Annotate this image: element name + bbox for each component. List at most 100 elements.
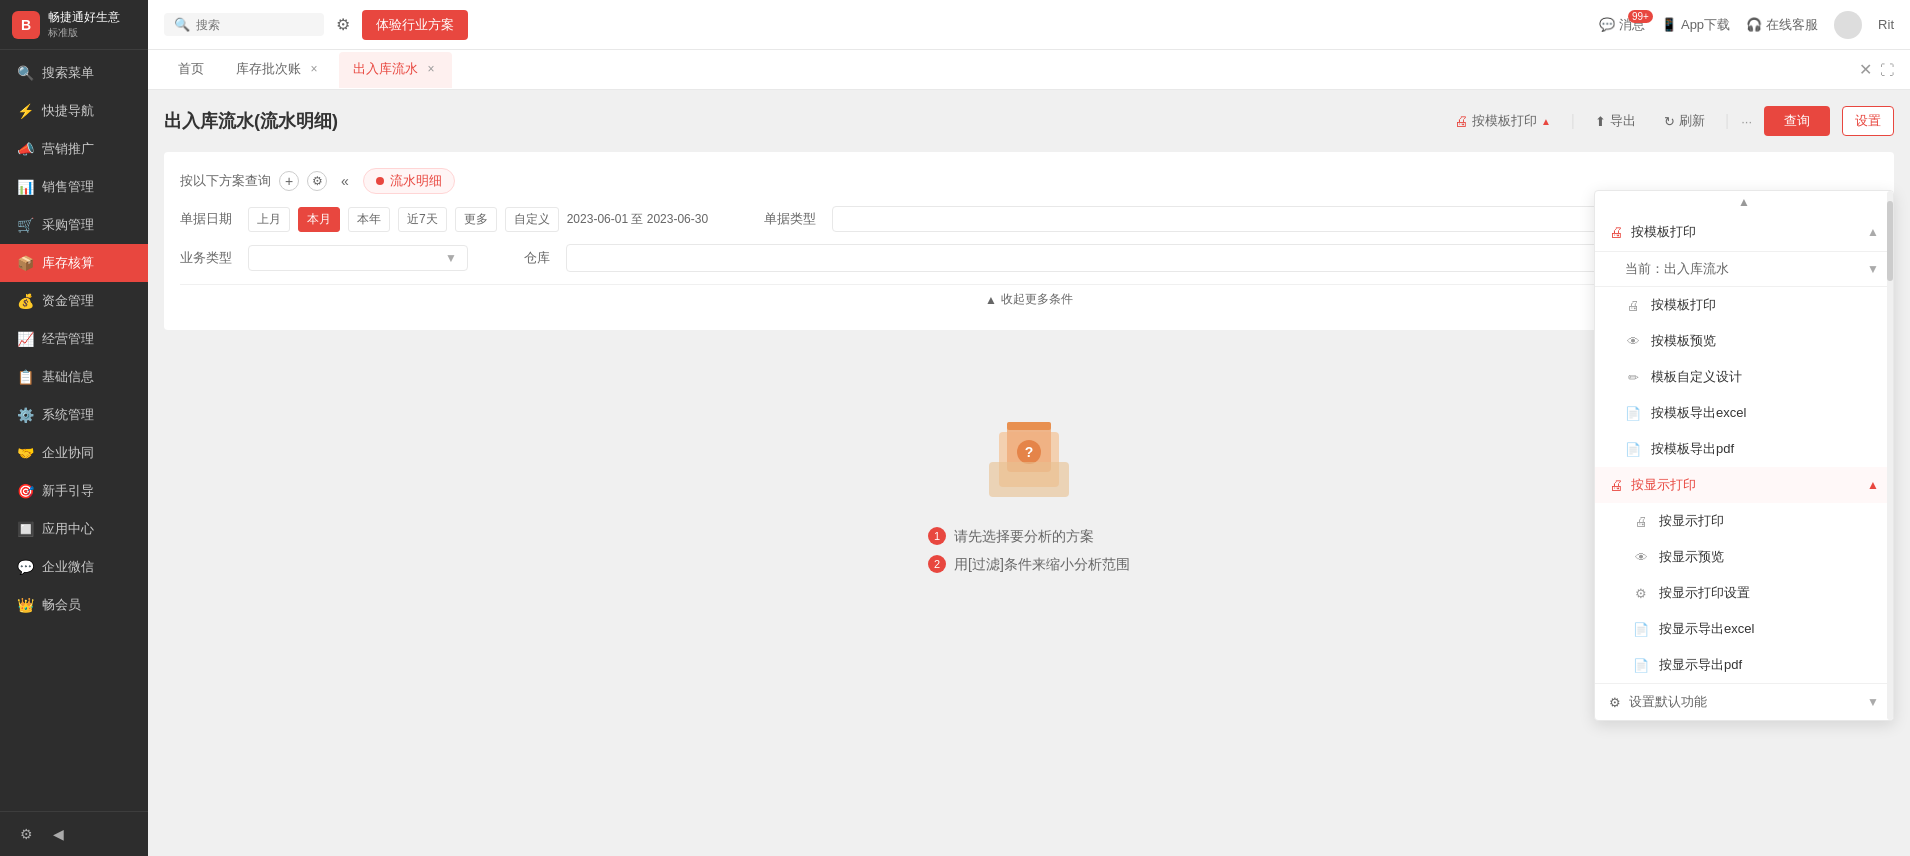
sidebar-item-inventory[interactable]: 📦 库存核算 (0, 244, 148, 282)
sidebar-item-wechat[interactable]: 💬 企业微信 (0, 548, 148, 586)
dropdown-item-template-print[interactable]: 🖨 按模板打印 (1595, 287, 1893, 323)
tab-batch-close[interactable]: × (307, 62, 321, 76)
filter-settings-btn[interactable]: ⚙ (307, 171, 327, 191)
display-settings-icon: ⚙ (1633, 585, 1649, 601)
sidebar-item-operation[interactable]: 📈 经营管理 (0, 320, 148, 358)
purchase-icon: 🛒 (16, 216, 34, 234)
page-title: 出入库流水(流水明细) (164, 109, 338, 133)
filter-add-btn[interactable]: + (279, 171, 299, 191)
export-btn[interactable]: ⬆ 导出 (1587, 108, 1644, 134)
sidebar-item-quicknav[interactable]: ⚡ 快捷导航 (0, 92, 148, 130)
sidebar-item-sales[interactable]: 📊 销售管理 (0, 168, 148, 206)
industry-btn[interactable]: 体验行业方案 (362, 10, 468, 40)
dropdown-footer[interactable]: ⚙ 设置默认功能 ▼ (1595, 683, 1893, 720)
date-btn-last-month[interactable]: 上月 (248, 207, 290, 232)
dropdown-display-section-header[interactable]: 🖨 按显示打印 ▲ (1595, 467, 1893, 503)
print-icon-header: 🖨 (1609, 224, 1623, 240)
app-download-btn[interactable]: 📱 App下载 (1661, 16, 1730, 34)
sidebar-item-purchase[interactable]: 🛒 采购管理 (0, 206, 148, 244)
topbar-search-box[interactable]: 🔍 (164, 13, 324, 36)
tab-home[interactable]: 首页 (164, 52, 218, 88)
sidebar-item-member[interactable]: 👑 畅会员 (0, 586, 148, 624)
more-icon[interactable]: ··· (1741, 114, 1752, 129)
date-btn-this-year[interactable]: 本年 (348, 207, 390, 232)
tab-flow-close[interactable]: × (424, 62, 438, 76)
search-input[interactable] (196, 18, 314, 32)
app-name-text: 畅捷通好生意 标准版 (48, 10, 120, 39)
date-filter: 上月 本月 本年 近7天 更多 自定义 2023-06-01 至 2023-06… (248, 207, 708, 232)
chevron-up-icon: ▲ (1541, 116, 1551, 127)
dropdown-item-template-custom[interactable]: ✏ 模板自定义设计 (1595, 359, 1893, 395)
dropdown-sub-display-print[interactable]: 🖨 按显示打印 (1595, 503, 1893, 539)
divider2: | (1725, 112, 1729, 130)
template-pdf-icon: 📄 (1625, 441, 1641, 457)
sidebar-item-apps[interactable]: 🔲 应用中心 (0, 510, 148, 548)
tab-flow[interactable]: 出入库流水 × (339, 52, 452, 88)
settings-btn[interactable]: 设置 (1842, 106, 1894, 136)
scroll-thumb (1887, 201, 1893, 281)
dropdown-item-template-preview[interactable]: 👁 按模板预览 (1595, 323, 1893, 359)
print-icon: 🖨 (1454, 113, 1468, 129)
dropdown-title: 🖨 按模板打印 (1609, 223, 1696, 241)
sidebar-settings-icon[interactable]: ⚙ (16, 824, 36, 844)
display-excel-icon: 📄 (1633, 621, 1649, 637)
dropdown-sub-display-preview[interactable]: 👁 按显示预览 (1595, 539, 1893, 575)
tab-window-close[interactable]: ✕ (1859, 60, 1872, 79)
display-preview-icon: 👁 (1633, 549, 1649, 565)
sales-icon: 📊 (16, 178, 34, 196)
tab-batch[interactable]: 库存批次账 × (222, 52, 335, 88)
template-preview-icon: 👁 (1625, 333, 1641, 349)
sidebar-item-search[interactable]: 🔍 搜索菜单 (0, 54, 148, 92)
date-btn-custom[interactable]: 自定义 (505, 207, 559, 232)
topbar: 🔍 ⚙ 体验行业方案 💬 消息 99+ 📱 App下载 🎧 在线客服 Rit (148, 0, 1910, 50)
biz-type-select[interactable]: ▼ (248, 245, 468, 271)
finance-icon: 💰 (16, 292, 34, 310)
refresh-btn[interactable]: ↻ 刷新 (1656, 108, 1713, 134)
dropdown-sub-display-pdf[interactable]: 📄 按显示导出pdf (1595, 647, 1893, 683)
gear-icon[interactable]: ⚙ (336, 15, 350, 34)
warehouse-label: 仓库 (524, 249, 550, 267)
date-btn-more[interactable]: 更多 (455, 207, 497, 232)
sidebar-item-collab[interactable]: 🤝 企业协同 (0, 434, 148, 472)
dropdown-item-template-excel[interactable]: 📄 按模板导出excel (1595, 395, 1893, 431)
dropdown-panel: ▲ 🖨 按模板打印 ▲ 当前：出入库流水 ▼ 🖨 按模板打印 👁 (1594, 190, 1894, 721)
tabbar: 首页 库存批次账 × 出入库流水 × ✕ ⛶ (148, 50, 1910, 90)
dropdown-sub-display-excel[interactable]: 📄 按显示导出excel (1595, 611, 1893, 647)
sidebar-nav: 🔍 搜索菜单 ⚡ 快捷导航 📣 营销推广 📊 销售管理 🛒 采购管理 📦 库存核… (0, 50, 148, 811)
sidebar-item-finance[interactable]: 💰 资金管理 (0, 282, 148, 320)
page-actions: 🖨 按模板打印 ▲ | ⬆ 导出 ↻ 刷新 | ··· 查询 设置 (1446, 106, 1894, 136)
sidebar-item-base[interactable]: 📋 基础信息 (0, 358, 148, 396)
scroll-up-arrow[interactable]: ▲ (1595, 191, 1893, 213)
date-btn-7days[interactable]: 近7天 (398, 207, 447, 232)
step-2: 2 用[过滤]条件来缩小分析范围 (928, 550, 1130, 578)
svg-rect-2 (1007, 422, 1051, 430)
service-icon: 🎧 (1746, 17, 1762, 32)
message-icon: 💬 (1599, 17, 1615, 32)
query-btn[interactable]: 查询 (1764, 106, 1830, 136)
dropdown-sub-display-settings[interactable]: ⚙ 按显示打印设置 (1595, 575, 1893, 611)
member-icon: 👑 (16, 596, 34, 614)
sidebar-item-guide[interactable]: 🎯 新手引导 (0, 472, 148, 510)
biz-type-label: 业务类型 (180, 249, 232, 267)
date-btn-this-month[interactable]: 本月 (298, 207, 340, 232)
message-btn[interactable]: 💬 消息 99+ (1599, 16, 1645, 34)
operation-icon: 📈 (16, 330, 34, 348)
sidebar-collapse-icon[interactable]: ◀ (48, 824, 68, 844)
dropdown-item-template-pdf[interactable]: 📄 按模板导出pdf (1595, 431, 1893, 467)
inventory-icon: 📦 (16, 254, 34, 272)
filter-collapse-btn[interactable]: « (335, 171, 355, 191)
sidebar-item-system[interactable]: ⚙️ 系统管理 (0, 396, 148, 434)
quicknav-icon: ⚡ (16, 102, 34, 120)
footer-chevron-down: ▼ (1867, 695, 1879, 709)
tab-expand-icon[interactable]: ⛶ (1880, 62, 1894, 78)
dropdown-chevron-up: ▲ (1867, 225, 1879, 239)
template-custom-icon: ✏ (1625, 369, 1641, 385)
sidebar-item-marketing[interactable]: 📣 营销推广 (0, 130, 148, 168)
display-section-chevron: ▲ (1867, 478, 1879, 492)
step-1: 1 请先选择要分析的方案 (928, 522, 1130, 550)
display-section-icon: 🖨 (1609, 477, 1623, 493)
template-print-btn[interactable]: 🖨 按模板打印 ▲ (1446, 108, 1559, 134)
marketing-icon: 📣 (16, 140, 34, 158)
online-service-btn[interactable]: 🎧 在线客服 (1746, 16, 1818, 34)
app-download-icon: 📱 (1661, 17, 1677, 32)
